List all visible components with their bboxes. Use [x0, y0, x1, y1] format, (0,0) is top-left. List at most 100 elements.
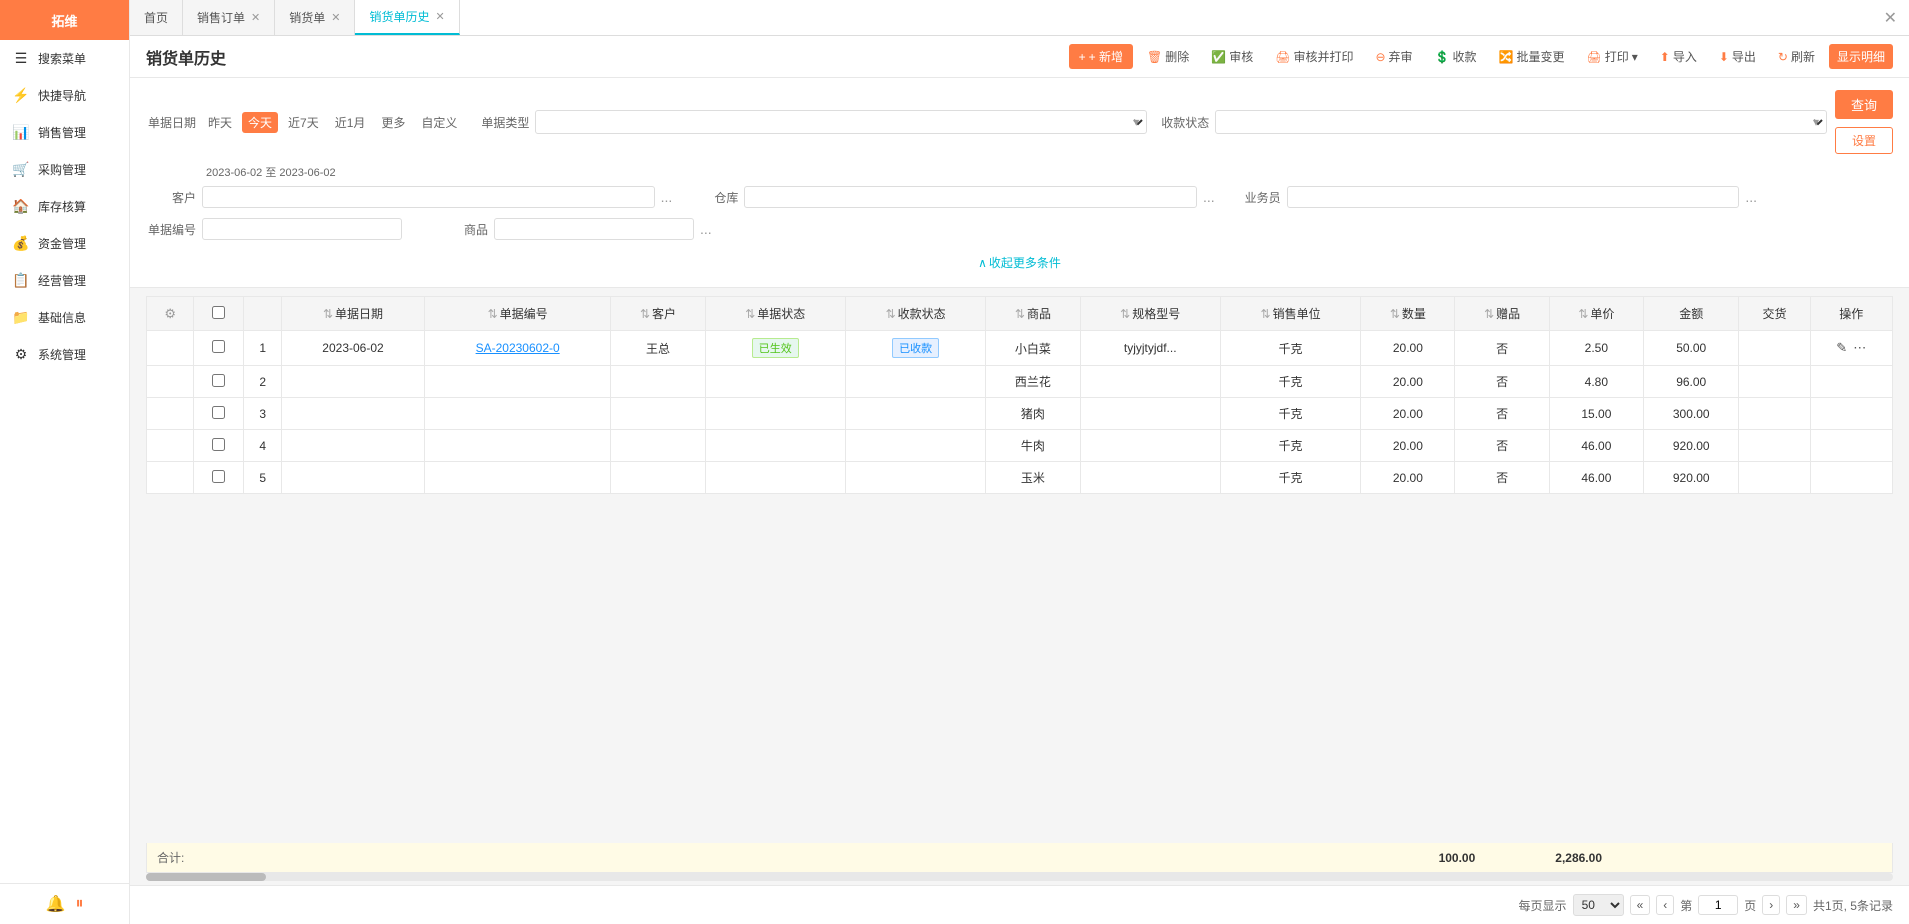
notification-icon[interactable]: 🔔 [46, 894, 66, 914]
collapse-btn[interactable]: ∧ 收起更多条件 [978, 250, 1061, 275]
audit-print-icon: 🖨 [1275, 50, 1290, 64]
warehouse-input[interactable] [744, 186, 1197, 208]
export-button[interactable]: ⬇ 导出 [1711, 44, 1764, 69]
th-sales-unit[interactable]: ⇅销售单位 [1220, 297, 1360, 331]
td-action[interactable]: ✎⋯ [1810, 331, 1892, 366]
collect-button[interactable]: 💲 收款 [1427, 44, 1485, 69]
docno-input[interactable] [202, 218, 402, 240]
th-spec[interactable]: ⇅规格型号 [1080, 297, 1220, 331]
last-page-btn[interactable]: » [1786, 895, 1807, 915]
tab-bar-close-all[interactable]: ✕ [1872, 8, 1909, 28]
tab-sales-history-close[interactable]: ✕ [436, 10, 445, 23]
td-checkbox[interactable] [194, 430, 244, 462]
refresh-button[interactable]: ↻ 刷新 [1770, 44, 1823, 69]
th-doc-status[interactable]: ⇅单据状态 [705, 297, 845, 331]
collect-icon: 💲 [1435, 50, 1450, 64]
row-checkbox[interactable] [212, 374, 225, 387]
td-doc-no[interactable]: SA-20230602-0 [424, 331, 610, 366]
gear-icon[interactable]: ⚙ [164, 306, 176, 321]
td-action[interactable] [1810, 430, 1892, 462]
td-doc-no[interactable] [424, 398, 610, 430]
th-unit-price[interactable]: ⇅单价 [1549, 297, 1643, 331]
th-checkbox[interactable] [194, 297, 244, 331]
pill-today[interactable]: 今天 [242, 112, 278, 133]
th-qty[interactable]: ⇅数量 [1361, 297, 1455, 331]
pill-7days[interactable]: 近7天 [282, 112, 325, 133]
th-gift[interactable]: ⇅赠品 [1455, 297, 1549, 331]
row-checkbox[interactable] [212, 470, 225, 483]
set-button[interactable]: 设置 [1835, 127, 1893, 154]
tab-sales-order-close[interactable]: ✕ [251, 11, 260, 24]
td-action[interactable] [1810, 398, 1892, 430]
td-doc-no[interactable] [424, 430, 610, 462]
salesperson-input[interactable] [1287, 186, 1740, 208]
td-checkbox[interactable] [194, 398, 244, 430]
pill-1month[interactable]: 近1月 [329, 112, 372, 133]
tab-home[interactable]: 首页 [130, 0, 183, 35]
customer-input[interactable] [202, 186, 655, 208]
td-doc-no[interactable] [424, 366, 610, 398]
pill-more[interactable]: 更多 [375, 112, 411, 133]
th-customer[interactable]: ⇅客户 [611, 297, 705, 331]
th-doc-date[interactable]: ⇅单据日期 [282, 297, 425, 331]
goods-input[interactable] [494, 218, 694, 240]
sidebar-item-sales-mgmt[interactable]: 📊 销售管理 [0, 114, 129, 151]
row-checkbox[interactable] [212, 438, 225, 451]
table-scroll-bar[interactable] [146, 873, 1893, 881]
warehouse-picker-btn[interactable]: ... [1203, 189, 1215, 205]
audit-print-button[interactable]: 🖨 审核并打印 [1267, 44, 1361, 69]
batch-change-button[interactable]: 🔀 批量变更 [1491, 44, 1573, 69]
td-action[interactable] [1810, 462, 1892, 494]
print-button[interactable]: 🖨 打印 ▾ [1578, 44, 1645, 69]
pill-yesterday[interactable]: 昨天 [202, 112, 238, 133]
per-page-select[interactable]: 50 100 [1573, 894, 1624, 916]
abandon-button[interactable]: ⊖ 弃审 [1367, 44, 1420, 69]
more-action-btn[interactable]: ⋯ [1853, 340, 1866, 356]
td-checkbox[interactable] [194, 331, 244, 366]
salesperson-picker-btn[interactable]: ... [1745, 189, 1757, 205]
table-scroll-thumb[interactable] [146, 873, 266, 881]
sidebar-item-ops-mgmt[interactable]: 📋 经营管理 [0, 262, 129, 299]
sidebar-item-inventory[interactable]: 🏠 库存核算 [0, 188, 129, 225]
query-button[interactable]: 查询 [1835, 90, 1893, 119]
doc-type-select[interactable] [535, 110, 1147, 134]
pause-icon[interactable]: ⏸ [75, 895, 83, 913]
sidebar-item-search-menu[interactable]: ☰ 搜索菜单 [0, 40, 129, 77]
prev-page-btn[interactable]: ‹ [1656, 895, 1674, 915]
td-action[interactable] [1810, 366, 1892, 398]
tab-sales-delivery-close[interactable]: ✕ [331, 11, 340, 24]
goods-picker-btn[interactable]: ... [700, 221, 712, 237]
td-checkbox[interactable] [194, 462, 244, 494]
td-doc-no[interactable] [424, 462, 610, 494]
select-all-checkbox[interactable] [212, 306, 225, 319]
row-checkbox[interactable] [212, 340, 225, 353]
sidebar-item-quick-nav[interactable]: ⚡ 快捷导航 [0, 77, 129, 114]
page-number-input[interactable] [1698, 895, 1738, 915]
import-button[interactable]: ⬆ 导入 [1652, 44, 1705, 69]
show-detail-button[interactable]: 显示明细 [1829, 44, 1893, 69]
sidebar-item-label: 快捷导航 [38, 87, 86, 104]
th-goods[interactable]: ⇅商品 [986, 297, 1080, 331]
tab-sales-order[interactable]: 销售订单 ✕ [183, 0, 275, 35]
th-doc-no[interactable]: ⇅单据编号 [424, 297, 610, 331]
row-checkbox[interactable] [212, 406, 225, 419]
edit-btn[interactable]: ✎ [1836, 340, 1847, 356]
delete-button[interactable]: 🗑 删除 [1139, 44, 1197, 69]
new-button[interactable]: + + 新增 [1069, 44, 1133, 69]
pill-custom[interactable]: 自定义 [415, 112, 463, 133]
sidebar-item-purchase-mgmt[interactable]: 🛒 采购管理 [0, 151, 129, 188]
sidebar-item-finance[interactable]: 💰 资金管理 [0, 225, 129, 262]
sidebar-item-basic-info[interactable]: 📁 基础信息 [0, 299, 129, 336]
next-page-btn[interactable]: › [1762, 895, 1780, 915]
first-page-btn[interactable]: « [1630, 895, 1651, 915]
doc-no-link[interactable]: SA-20230602-0 [476, 341, 560, 355]
collect-status-select[interactable] [1215, 110, 1827, 134]
td-checkbox[interactable] [194, 366, 244, 398]
tab-sales-history[interactable]: 销货单历史 ✕ [355, 0, 459, 35]
th-collect-status[interactable]: ⇅收款状态 [845, 297, 985, 331]
sidebar-item-sys-mgmt[interactable]: ⚙ 系统管理 [0, 336, 129, 373]
customer-picker-btn[interactable]: ... [661, 189, 673, 205]
audit-button[interactable]: ✅ 审核 [1203, 44, 1261, 69]
tab-sales-delivery[interactable]: 销货单 ✕ [275, 0, 355, 35]
th-gear[interactable]: ⚙ [147, 297, 194, 331]
